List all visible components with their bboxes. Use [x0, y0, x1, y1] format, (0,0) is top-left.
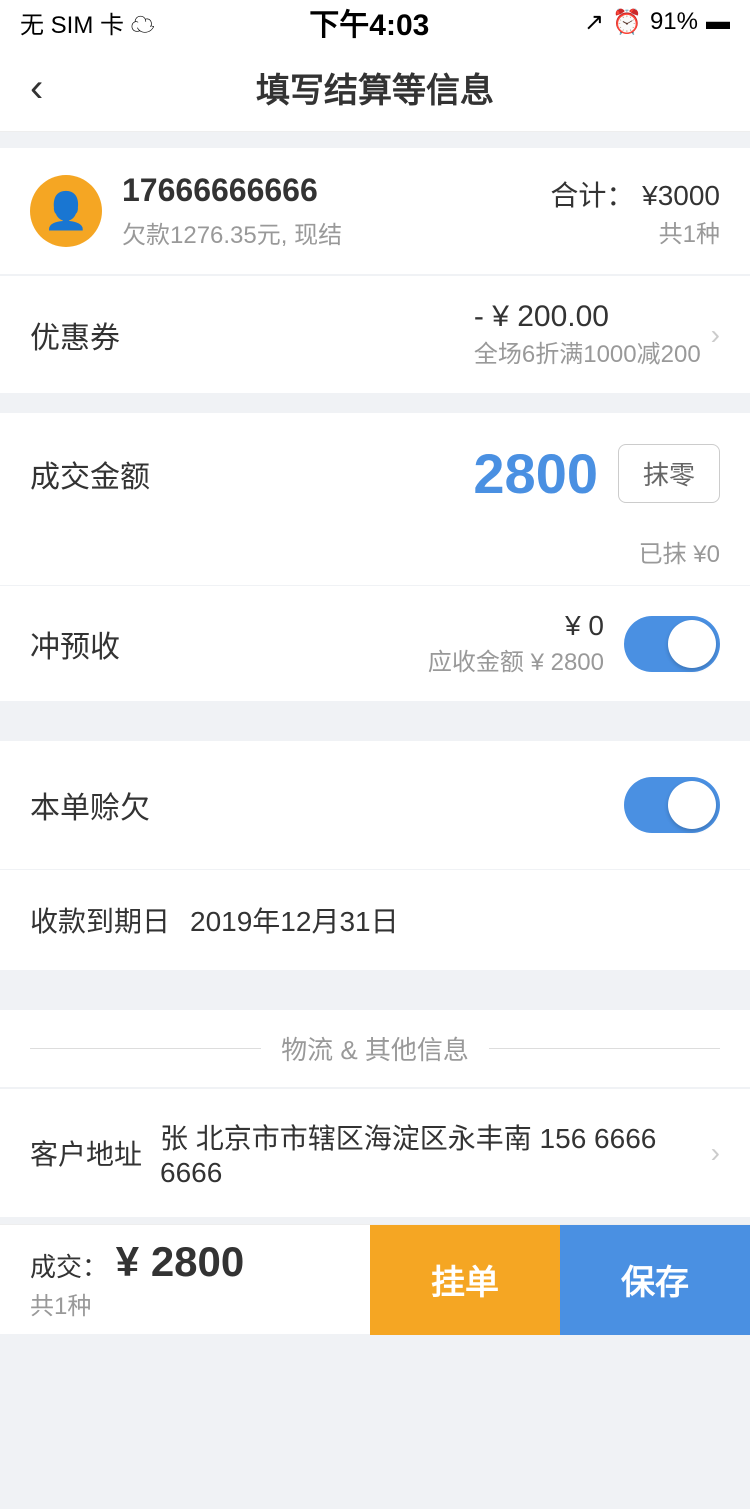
toggle-knob: [668, 620, 716, 668]
avatar-icon: 👤: [44, 190, 89, 232]
status-time: 下午4:03: [309, 0, 429, 44]
customer-left: 👤 17666666666 欠款1276.35元, 现结: [30, 172, 342, 250]
bottom-bar: 成交： ¥ 2800 共1种 挂单 保存: [0, 1224, 750, 1334]
coupon-right: - ¥ 200.00 全场6折满1000减200 ›: [474, 300, 720, 369]
avatar: 👤: [30, 175, 102, 247]
amount-value: 2800: [473, 441, 598, 506]
total-label-text: 合计：: [550, 180, 634, 211]
logistics-label: 物流 & 其他信息: [281, 1030, 469, 1067]
battery-icon: ▬: [706, 8, 730, 36]
nav-bar: ‹ 填写结算等信息: [0, 44, 750, 132]
total-amount: ¥3000: [642, 180, 720, 211]
alarm-icon: ⏰: [612, 8, 642, 37]
amount-sub-label: 已抹 ¥0: [639, 541, 720, 568]
debt-row: 本单赊欠: [0, 741, 750, 869]
address-row[interactable]: 客户地址 张 北京市市辖区海淀区永丰南 156 6666 6666 ›: [0, 1089, 750, 1217]
status-bar: 无 SIM 卡 ☁ 下午4:03 ↗ ⏰ 91% ▬: [0, 0, 750, 44]
coupon-discount: - ¥ 200.00: [474, 300, 701, 334]
save-button[interactable]: 保存: [560, 1225, 750, 1335]
bottom-count: 共1种: [30, 1286, 340, 1321]
customer-total: 合计： ¥3000 共1种: [550, 174, 720, 249]
battery-level: 91%: [650, 8, 698, 36]
amount-right: 2800 抹零: [473, 441, 720, 506]
amount-label: 成交金额: [30, 452, 150, 496]
status-right: ↗ ⏰ 91% ▬: [584, 8, 730, 37]
coupon-chevron-icon: ›: [711, 319, 720, 351]
page-title: 填写结算等信息: [256, 63, 494, 112]
precollect-right: ¥ 0 应收金额 ¥ 2800: [428, 610, 720, 677]
logistics-section: 物流 & 其他信息: [0, 1010, 750, 1087]
logistics-divider: 物流 & 其他信息: [30, 1030, 720, 1067]
address-value: 张 北京市市辖区海淀区永丰南 156 6666 6666: [150, 1117, 711, 1189]
duedate-label: 收款到期日: [30, 900, 170, 940]
amount-section: 成交金额 2800 抹零 已抹 ¥0 冲预收 ¥ 0 应收金额 ¥ 2800: [0, 413, 750, 701]
precollect-toggle[interactable]: [624, 616, 720, 672]
pending-button[interactable]: 挂单: [370, 1225, 560, 1335]
round-button[interactable]: 抹零: [618, 444, 720, 503]
bottom-amount: ¥ 2800: [116, 1238, 244, 1285]
debt-toggle-knob: [668, 781, 716, 829]
address-label: 客户地址: [30, 1133, 150, 1173]
no-sim-text: 无 SIM 卡 ☁: [20, 5, 155, 40]
coupon-row[interactable]: 优惠券 - ¥ 200.00 全场6折满1000减200 ›: [0, 276, 750, 393]
debt-label: 本单赊欠: [30, 783, 150, 827]
precollect-amount: ¥ 0: [428, 610, 604, 642]
bottom-spacer: [0, 1399, 750, 1509]
status-left: 无 SIM 卡 ☁: [20, 5, 155, 40]
back-button[interactable]: ‹: [30, 68, 43, 108]
duedate-value: 2019年12月31日: [190, 900, 399, 940]
precollect-label: 冲预收: [30, 622, 120, 666]
customer-info: 17666666666 欠款1276.35元, 现结: [122, 172, 342, 250]
bottom-transaction-label: 成交：: [30, 1252, 108, 1282]
bottom-transaction-row: 成交： ¥ 2800: [30, 1238, 340, 1286]
precollect-row: 冲预收 ¥ 0 应收金额 ¥ 2800: [0, 585, 750, 701]
amount-row: 成交金额 2800 抹零: [0, 413, 750, 534]
customer-phone: 17666666666: [122, 172, 342, 209]
customer-debt: 欠款1276.35元, 现结: [122, 215, 342, 250]
debt-toggle[interactable]: [624, 777, 720, 833]
section-gap-3: [0, 970, 750, 990]
section-gap-1: [0, 393, 750, 413]
duedate-row: 收款到期日 2019年12月31日: [0, 869, 750, 970]
precollect-values: ¥ 0 应收金额 ¥ 2800: [428, 610, 604, 677]
section-gap-2: [0, 701, 750, 721]
coupon-label: 优惠券: [30, 313, 120, 357]
divider-line-left: [30, 1048, 261, 1049]
divider-line-right: [489, 1048, 720, 1049]
customer-card: 👤 17666666666 欠款1276.35元, 现结 合计： ¥3000 共…: [0, 148, 750, 274]
bottom-summary: 成交： ¥ 2800 共1种: [0, 1238, 370, 1321]
total-label: 合计： ¥3000: [550, 174, 720, 214]
total-count: 共1种: [550, 214, 720, 249]
location-icon: ↗: [584, 8, 604, 37]
precollect-sub: 应收金额 ¥ 2800: [428, 642, 604, 677]
coupon-desc: 全场6折满1000减200: [474, 334, 701, 369]
address-chevron-icon: ›: [711, 1137, 720, 1169]
